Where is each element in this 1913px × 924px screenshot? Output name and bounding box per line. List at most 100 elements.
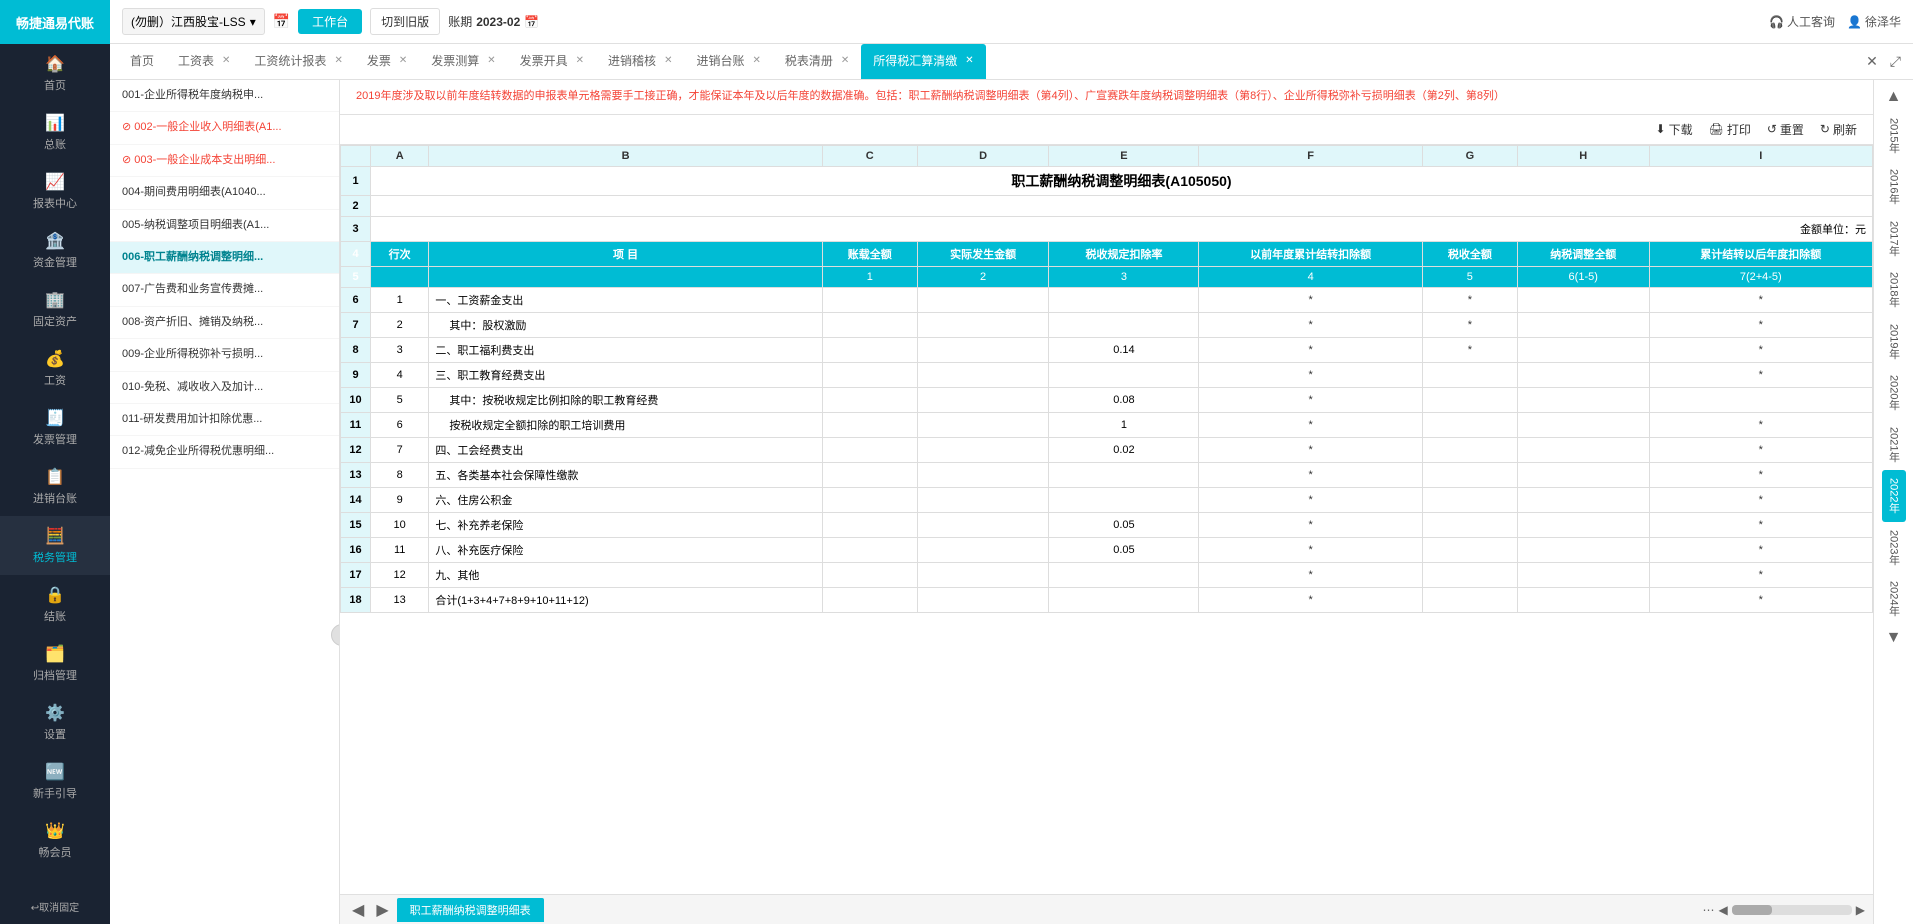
- year-nav-down[interactable]: ▼: [1882, 625, 1906, 651]
- sidebar-item-settings[interactable]: ⚙️ 设置: [0, 693, 110, 752]
- sheet-scroll-right[interactable]: ▶: [1856, 903, 1865, 917]
- tab-invoice-issue-close[interactable]: ✕: [576, 55, 584, 66]
- table-row: 16 11 八、补充医疗保险 0.05 * *: [341, 537, 1873, 562]
- sheet-options-icon[interactable]: ⋯: [1703, 903, 1715, 917]
- tab-ledger-close[interactable]: ✕: [752, 55, 760, 66]
- sidebar-item-sales-ledger[interactable]: 📋 进销台账: [0, 457, 110, 516]
- sidebar-item-member[interactable]: 👑 畅会员: [0, 811, 110, 870]
- table-row: 3 金额单位：元: [341, 216, 1873, 241]
- tab-check[interactable]: 进销稽核 ✕: [596, 44, 684, 80]
- calendar-icon[interactable]: 📅: [273, 13, 290, 30]
- tab-maximize[interactable]: ⤢: [1886, 51, 1905, 72]
- tab-invoice-calc[interactable]: 发票测算 ✕: [419, 44, 507, 80]
- period-calendar-icon[interactable]: 📅: [524, 15, 539, 29]
- sidebar-item-cancel-fixed[interactable]: ↩取消固定: [0, 889, 110, 924]
- sheet-nav-next[interactable]: ▶: [372, 900, 392, 920]
- sidebar-item-assets-mgmt[interactable]: 🏦 资金管理: [0, 221, 110, 280]
- tab-payroll-close[interactable]: ✕: [222, 55, 230, 66]
- year-2022[interactable]: 2022年: [1882, 470, 1906, 521]
- year-2023[interactable]: 2023年: [1882, 522, 1906, 573]
- form-item-009[interactable]: 009-企业所得税弥补亏损明...: [110, 339, 339, 371]
- col-header-G: G: [1422, 145, 1517, 166]
- tab-payroll-stats-close[interactable]: ✕: [334, 55, 342, 66]
- table-row: 2: [341, 195, 1873, 216]
- tab-close-all[interactable]: ✕: [1862, 51, 1882, 72]
- col-header-A: A: [371, 145, 429, 166]
- user-avatar[interactable]: 👤 徐泽华: [1847, 13, 1901, 30]
- workspace-button[interactable]: 工作台: [298, 9, 362, 34]
- sidebar-item-closing[interactable]: 🔒 结账: [0, 575, 110, 634]
- tab-income-tax[interactable]: 所得税汇算清缴 ✕: [861, 44, 985, 80]
- sheet-scrollbar[interactable]: [1732, 905, 1852, 915]
- refresh-button[interactable]: ↻ 刷新: [1820, 121, 1857, 138]
- form-item-010[interactable]: 010-免税、减收收入及加计...: [110, 372, 339, 404]
- year-2020[interactable]: 2020年: [1882, 367, 1906, 418]
- tab-check-close[interactable]: ✕: [664, 55, 672, 66]
- sidebar: 畅捷通易代账 🏠 首页 📊 总账 📈 报表中心 🏦 资金管理 🏢 固定资产 💰 …: [0, 0, 110, 924]
- download-button[interactable]: ⬇ 下载: [1656, 121, 1693, 138]
- table-row: 12 7 四、工会经费支出 0.02 * *: [341, 437, 1873, 462]
- company-dropdown-icon: ▾: [250, 15, 256, 29]
- archive-icon: 🗂️: [45, 644, 65, 664]
- print-button[interactable]: 🖨 打印: [1709, 121, 1751, 138]
- tab-invoice-close[interactable]: ✕: [399, 55, 407, 66]
- header-c2: 实际发生金额: [917, 241, 1049, 266]
- sidebar-item-payroll[interactable]: 💰 工资: [0, 339, 110, 398]
- year-2017[interactable]: 2017年: [1882, 213, 1906, 264]
- tab-invoice[interactable]: 发票 ✕: [355, 44, 419, 80]
- year-2021[interactable]: 2021年: [1882, 419, 1906, 470]
- main-area: (勿删）江西股宝-LSS ▾ 📅 工作台 切到旧版 账期 2023-02 📅 🎧…: [110, 0, 1913, 924]
- form-item-005[interactable]: 005-纳税调整项目明细表(A1...: [110, 210, 339, 242]
- tab-income-tax-close[interactable]: ✕: [965, 55, 973, 66]
- form-item-007[interactable]: 007-广告费和业务宣传费摊...: [110, 274, 339, 306]
- year-2016[interactable]: 2016年: [1882, 161, 1906, 212]
- support-button[interactable]: 🎧 人工客询: [1769, 13, 1835, 30]
- form-item-001[interactable]: 001-企业所得税年度纳税申...: [110, 80, 339, 112]
- year-2015[interactable]: 2015年: [1882, 110, 1906, 161]
- year-2019[interactable]: 2019年: [1882, 316, 1906, 367]
- sidebar-item-fixed-assets[interactable]: 🏢 固定资产: [0, 280, 110, 339]
- company-selector[interactable]: (勿删）江西股宝-LSS ▾: [122, 8, 265, 35]
- table-row: 17 12 九、其他 * *: [341, 562, 1873, 587]
- sidebar-item-reports[interactable]: 📈 报表中心: [0, 162, 110, 221]
- tab-invoice-calc-close[interactable]: ✕: [487, 55, 495, 66]
- bottom-tab-sheet[interactable]: 职工薪酬纳税调整明细表: [397, 898, 544, 922]
- tab-tax-book[interactable]: 税表清册 ✕: [773, 44, 861, 80]
- form-item-002[interactable]: ⊘002-一般企业收入明细表(A1...: [110, 112, 339, 144]
- sidebar-item-archive[interactable]: 🗂️ 归档管理: [0, 634, 110, 693]
- topbar-right: 🎧 人工客询 👤 徐泽华: [1769, 13, 1901, 30]
- sidebar-item-ledger[interactable]: 📊 总账: [0, 103, 110, 162]
- sidebar-item-invoices[interactable]: 🧾 发票管理: [0, 398, 110, 457]
- period-display: 账期 2023-02 📅: [448, 13, 539, 30]
- guide-icon: 🆕: [45, 762, 65, 782]
- tab-tax-book-close[interactable]: ✕: [841, 55, 849, 66]
- form-item-008[interactable]: 008-资产折旧、摊销及纳税...: [110, 307, 339, 339]
- subheader-2: 2: [917, 266, 1049, 287]
- header-c1: 账载全额: [822, 241, 917, 266]
- tab-home[interactable]: 首页: [118, 44, 166, 80]
- tab-invoice-issue[interactable]: 发票开具 ✕: [508, 44, 596, 80]
- tab-payroll-stats[interactable]: 工资统计报表 ✕: [242, 44, 354, 80]
- content-area: 001-企业所得税年度纳税申... ⊘002-一般企业收入明细表(A1... ⊘…: [110, 80, 1913, 924]
- sheet-scrollbar-thumb[interactable]: [1732, 905, 1772, 915]
- tab-payroll[interactable]: 工资表 ✕: [166, 44, 242, 80]
- form-item-012[interactable]: 012-减免企业所得税优惠明细...: [110, 436, 339, 468]
- reset-button[interactable]: ↺ 重置: [1767, 121, 1804, 138]
- form-item-004[interactable]: 004-期间费用明细表(A1040...: [110, 177, 339, 209]
- year-2024[interactable]: 2024年: [1882, 573, 1906, 624]
- sidebar-item-home[interactable]: 🏠 首页: [0, 44, 110, 103]
- year-nav-up[interactable]: ▲: [1882, 84, 1906, 110]
- table-row: 9 4 三、职工教育经费支出 * *: [341, 362, 1873, 387]
- form-item-003[interactable]: ⊘003-一般企业成本支出明细...: [110, 145, 339, 177]
- assets-icon: 🏦: [45, 231, 65, 251]
- tab-ledger[interactable]: 进销台账 ✕: [684, 44, 772, 80]
- switch-old-button[interactable]: 切到旧版: [370, 8, 440, 35]
- year-2018[interactable]: 2018年: [1882, 264, 1906, 315]
- form-item-006[interactable]: 006-职工薪酬纳税调整明细...: [110, 242, 339, 274]
- sheet-scroll-left[interactable]: ◀: [1719, 903, 1728, 917]
- form-item-011[interactable]: 011-研发费用加计扣除优惠...: [110, 404, 339, 436]
- refresh-icon: ↻: [1820, 122, 1830, 136]
- sidebar-item-tax[interactable]: 🧮 税务管理: [0, 516, 110, 575]
- sheet-nav-prev[interactable]: ◀: [348, 900, 368, 920]
- sidebar-item-guide[interactable]: 🆕 新手引导: [0, 752, 110, 811]
